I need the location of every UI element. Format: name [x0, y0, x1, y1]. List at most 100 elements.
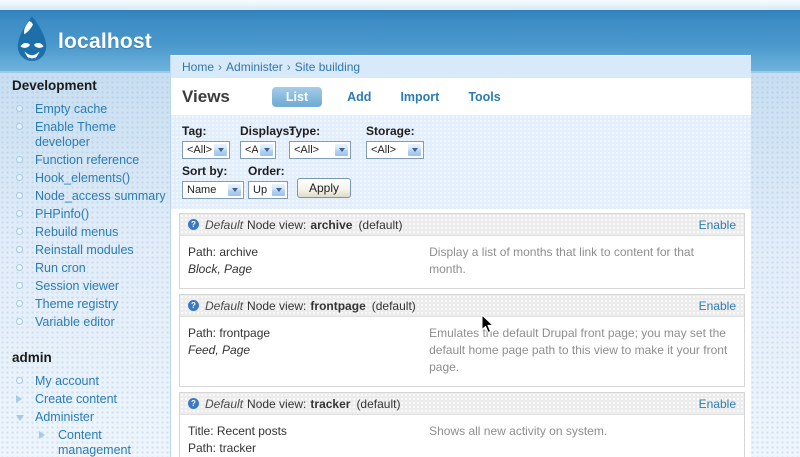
view-info: Path: archive Block, Page [188, 244, 429, 278]
view-row-body: Path: frontpage Feed, Page Emulates the … [180, 317, 744, 386]
filter-storage: Storage: <All> [366, 124, 424, 159]
sidebar-item-theme-registry[interactable]: Theme registry [12, 297, 170, 312]
menu-leaf-icon [16, 123, 23, 130]
sidebar-item-administer[interactable]: Administer [12, 410, 170, 425]
main-content-panel: Home › Administer › Site building Views List… [170, 55, 751, 457]
filter-tag-label: Tag: [182, 124, 207, 138]
view-row-archive: ? Default Node view: archive (default) E… [179, 213, 745, 289]
menu-leaf-icon [16, 282, 23, 289]
sidebar-item-my-account[interactable]: My account [12, 374, 170, 389]
mouse-cursor [481, 315, 494, 334]
tab-list[interactable]: List [271, 87, 323, 107]
sidebar-item-run-cron[interactable]: Run cron [12, 261, 170, 276]
site-title[interactable]: localhost [58, 30, 152, 54]
menu-leaf-icon [16, 105, 23, 112]
menu-leaf-icon [16, 377, 23, 384]
help-icon[interactable]: ? [188, 219, 199, 230]
filter-tag: Tag: <All> [182, 124, 230, 159]
filter-storage-label: Storage: [366, 124, 415, 138]
sidebar-item-session-viewer[interactable]: Session viewer [12, 279, 170, 294]
view-row-tracker: ? Default Node view: tracker (default) E… [179, 392, 745, 457]
type-select[interactable]: <All> [289, 141, 351, 159]
view-badge: Default [205, 217, 244, 232]
enable-link[interactable]: Enable [699, 299, 736, 313]
tag-select[interactable]: <All> [182, 141, 230, 159]
breadcrumb-home-link[interactable]: Home [182, 60, 214, 74]
view-badge: Default [205, 396, 244, 411]
sidebar-item-rebuild-menus[interactable]: Rebuild menus [12, 225, 170, 240]
help-icon[interactable]: ? [188, 398, 199, 409]
view-row-body: Title: Recent posts Path: tracker Page S… [180, 415, 744, 457]
sidebar-item-node-access-summary[interactable]: Node_access summary [12, 189, 170, 204]
sidebar-item-variable-editor[interactable]: Variable editor [12, 315, 170, 330]
sidebar-item-content-management[interactable]: Content management [35, 428, 170, 457]
sidebar-item-create-content[interactable]: Create content [12, 392, 170, 407]
tab-import[interactable]: Import [400, 90, 439, 104]
filter-box: Tag: <All> Displays: <All> Type: [171, 115, 751, 209]
menu-expanded-icon [16, 415, 24, 421]
filter-row-1: Tag: <All> Displays: <All> Type: [182, 124, 740, 159]
sidebar-item-enable-theme-developer[interactable]: Enable Theme developer [12, 120, 170, 150]
view-path: Path: frontpage [188, 326, 271, 340]
view-path: Path: tracker [188, 441, 257, 455]
dropdown-arrow-icon [227, 183, 242, 197]
sidebar-item-empty-cache[interactable]: Empty cache [12, 102, 170, 117]
breadcrumb-separator: › [286, 60, 291, 74]
breadcrumb: Home › Administer › Site building [171, 55, 751, 78]
sidebar-item-phpinfo[interactable]: PHPinfo() [12, 207, 170, 222]
view-name: archive [310, 217, 353, 232]
view-badge: Default [205, 298, 244, 313]
sidebar-item-hook-elements[interactable]: Hook_elements() [12, 171, 170, 186]
order-select[interactable]: Up [248, 181, 288, 199]
sort-select[interactable]: Name [182, 181, 244, 199]
menu-leaf-icon [16, 192, 23, 199]
view-info: Title: Recent posts Path: tracker Page [188, 423, 429, 457]
view-title: Title: Recent posts [188, 424, 287, 438]
menu-leaf-icon [16, 300, 23, 307]
view-row-header: ? Default Node view: tracker (default) E… [180, 393, 744, 415]
sidebar-section-title: Development [12, 78, 97, 93]
breadcrumb-administer-link[interactable]: Administer [226, 60, 283, 74]
sidebar-item-reinstall-modules[interactable]: Reinstall modules [12, 243, 170, 258]
sidebar-section-title: admin [12, 350, 52, 365]
view-description: Shows all new activity on system. [429, 424, 608, 438]
breadcrumb-site-building-link[interactable]: Site building [295, 60, 360, 74]
menu-leaf-icon [16, 228, 23, 235]
filter-type-label: Type: [289, 124, 321, 138]
view-row-frontpage: ? Default Node view: frontpage (default)… [179, 294, 745, 387]
view-name: frontpage [310, 298, 366, 313]
dropdown-arrow-icon [407, 143, 422, 157]
sidebar-item-function-reference[interactable]: Function reference [12, 153, 170, 168]
displays-select[interactable]: <All> [240, 141, 276, 159]
view-path: Path: archive [188, 245, 259, 259]
view-suffix: (default) [356, 396, 401, 411]
menu-leaf-icon [16, 318, 23, 325]
view-info: Path: frontpage Feed, Page [188, 325, 429, 376]
dropdown-arrow-icon [271, 183, 286, 197]
filter-sort: Sort by: Name [182, 164, 244, 199]
view-suffix: (default) [371, 298, 416, 313]
filter-type: Type: <All> [289, 124, 351, 159]
menu-collapsed-icon [39, 431, 45, 439]
enable-link[interactable]: Enable [699, 397, 736, 411]
help-icon[interactable]: ? [188, 300, 199, 311]
storage-select[interactable]: <All> [366, 141, 424, 159]
dropdown-arrow-icon [259, 143, 274, 157]
view-displays: Feed, Page [188, 343, 251, 357]
apply-button[interactable]: Apply [297, 178, 352, 198]
menu-leaf-icon [16, 156, 23, 163]
top-strip [0, 0, 800, 10]
title-bar: Views List Add Import Tools [171, 78, 751, 113]
menu-leaf-icon [16, 264, 23, 271]
breadcrumb-separator: › [218, 60, 223, 74]
menu-leaf-icon [16, 174, 23, 181]
tab-add[interactable]: Add [347, 90, 371, 104]
view-suffix: (default) [358, 217, 403, 232]
enable-link[interactable]: Enable [699, 218, 736, 232]
view-kind: Node view: [247, 396, 307, 411]
views-list: ? Default Node view: archive (default) E… [171, 213, 751, 457]
tabs: List Add Import Tools [271, 87, 530, 107]
tab-tools[interactable]: Tools [468, 90, 500, 104]
view-description: Emulates the default Drupal front page; … [429, 326, 728, 374]
drupal-logo-icon[interactable] [13, 15, 51, 65]
